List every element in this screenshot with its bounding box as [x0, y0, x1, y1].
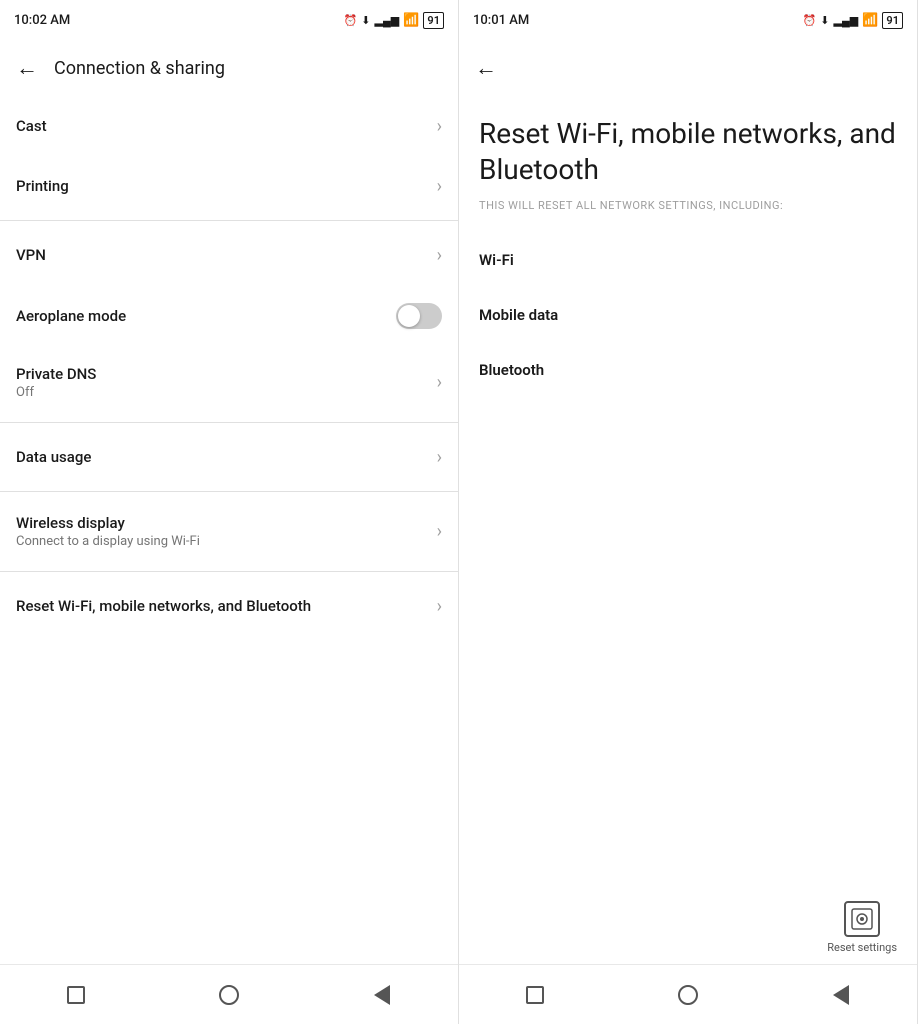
reset-svg-icon — [851, 908, 873, 930]
printing-chevron: › — [437, 176, 442, 197]
reset-settings-button[interactable]: Reset settings — [827, 901, 897, 954]
divider-1 — [0, 220, 458, 221]
home-icon — [219, 985, 239, 1005]
left-back-button[interactable]: ← — [16, 55, 38, 81]
right-download-icon: ⬇ — [820, 14, 829, 27]
left-phone-panel: 10:02 AM ⏰ ⬇ ▂▄▆ 📶 91 ← Connection & sha… — [0, 0, 459, 1024]
data-usage-chevron: › — [437, 447, 442, 468]
right-home-icon — [678, 985, 698, 1005]
right-nav-recents[interactable] — [517, 977, 553, 1013]
divider-3 — [0, 491, 458, 492]
wireless-display-chevron: › — [437, 521, 442, 542]
data-usage-title: Data usage — [16, 448, 91, 466]
wifi-network-item: Wi-Fi — [459, 232, 917, 287]
data-usage-item[interactable]: Data usage › — [0, 427, 458, 487]
right-bottom-nav — [459, 964, 917, 1024]
wifi-label: Wi-Fi — [479, 251, 514, 269]
wireless-display-subtitle: Connect to a display using Wi-Fi — [16, 534, 200, 549]
right-page-title: Reset Wi-Fi, mobile networks, and Blueto… — [459, 96, 917, 199]
wifi-icon: 📶 — [403, 13, 419, 28]
data-usage-text: Data usage — [16, 448, 91, 466]
download-icon: ⬇ — [361, 14, 370, 27]
left-toolbar: ← Connection & sharing — [0, 40, 458, 96]
printing-item[interactable]: Printing › — [0, 156, 458, 216]
left-nav-back[interactable] — [364, 977, 400, 1013]
printing-title: Printing — [16, 177, 69, 195]
aeroplane-title: Aeroplane mode — [16, 307, 126, 325]
divider-4 — [0, 571, 458, 572]
vpn-text: VPN — [16, 246, 46, 264]
signal-icon: ▂▄▆ — [375, 14, 400, 27]
right-battery-indicator: 91 — [882, 12, 903, 29]
cast-title: Cast — [16, 117, 47, 135]
right-recents-icon — [526, 986, 544, 1004]
recents-icon — [67, 986, 85, 1004]
mobile-data-item: Mobile data — [459, 287, 917, 342]
wireless-display-title: Wireless display — [16, 514, 200, 532]
back-icon — [374, 985, 390, 1005]
left-bottom-nav — [0, 964, 458, 1024]
vpn-item[interactable]: VPN › — [0, 225, 458, 285]
left-status-time: 10:02 AM — [14, 13, 70, 28]
left-status-icons: ⏰ ⬇ ▂▄▆ 📶 91 — [344, 12, 444, 29]
aeroplane-text: Aeroplane mode — [16, 307, 126, 325]
right-content: Reset Wi-Fi, mobile networks, and Blueto… — [459, 96, 917, 964]
reset-settings-icon — [844, 901, 880, 937]
reset-wifi-item[interactable]: Reset Wi-Fi, mobile networks, and Blueto… — [0, 576, 458, 636]
reset-wifi-text: Reset Wi-Fi, mobile networks, and Blueto… — [16, 597, 311, 615]
bluetooth-label: Bluetooth — [479, 361, 544, 379]
divider-2 — [0, 422, 458, 423]
right-toolbar: ← — [459, 40, 917, 96]
right-nav-back[interactable] — [823, 977, 859, 1013]
left-page-title: Connection & sharing — [54, 58, 225, 79]
cast-text: Cast — [16, 117, 47, 135]
left-nav-recents[interactable] — [58, 977, 94, 1013]
alarm-icon: ⏰ — [344, 14, 358, 27]
wireless-display-text: Wireless display Connect to a display us… — [16, 514, 200, 549]
right-alarm-icon: ⏰ — [803, 14, 817, 27]
cast-chevron: › — [437, 116, 442, 137]
right-phone-panel: 10:01 AM ⏰ ⬇ ▂▄▆ 📶 91 ← Reset Wi-Fi, mob… — [459, 0, 918, 1024]
reset-wifi-title: Reset Wi-Fi, mobile networks, and Blueto… — [16, 597, 311, 615]
reset-wifi-chevron: › — [437, 596, 442, 617]
left-content: Cast › Printing › VPN › Aeroplane mode — [0, 96, 458, 964]
vpn-chevron: › — [437, 245, 442, 266]
vpn-title: VPN — [16, 246, 46, 264]
aeroplane-toggle[interactable] — [396, 303, 442, 329]
left-status-bar: 10:02 AM ⏰ ⬇ ▂▄▆ 📶 91 — [0, 0, 458, 40]
battery-indicator: 91 — [423, 12, 444, 29]
private-dns-text: Private DNS Off — [16, 365, 96, 400]
reset-settings-label: Reset settings — [827, 941, 897, 954]
right-status-icons: ⏰ ⬇ ▂▄▆ 📶 91 — [803, 12, 903, 29]
printing-text: Printing — [16, 177, 69, 195]
right-back-icon — [833, 985, 849, 1005]
right-signal-icon: ▂▄▆ — [834, 14, 859, 27]
right-back-button[interactable]: ← — [475, 55, 497, 81]
right-status-time: 10:01 AM — [473, 13, 529, 28]
wireless-display-item[interactable]: Wireless display Connect to a display us… — [0, 496, 458, 567]
right-status-bar: 10:01 AM ⏰ ⬇ ▂▄▆ 📶 91 — [459, 0, 917, 40]
mobile-data-label: Mobile data — [479, 306, 558, 324]
aeroplane-item[interactable]: Aeroplane mode — [0, 285, 458, 347]
private-dns-chevron: › — [437, 372, 442, 393]
right-nav-home[interactable] — [670, 977, 706, 1013]
private-dns-subtitle: Off — [16, 385, 96, 400]
left-nav-home[interactable] — [211, 977, 247, 1013]
cast-item[interactable]: Cast › — [0, 96, 458, 156]
right-page-subtitle: THIS WILL RESET ALL NETWORK SETTINGS, IN… — [459, 199, 917, 232]
private-dns-item[interactable]: Private DNS Off › — [0, 347, 458, 418]
private-dns-title: Private DNS — [16, 365, 96, 383]
bluetooth-item: Bluetooth — [459, 342, 917, 397]
right-wifi-icon: 📶 — [862, 13, 878, 28]
